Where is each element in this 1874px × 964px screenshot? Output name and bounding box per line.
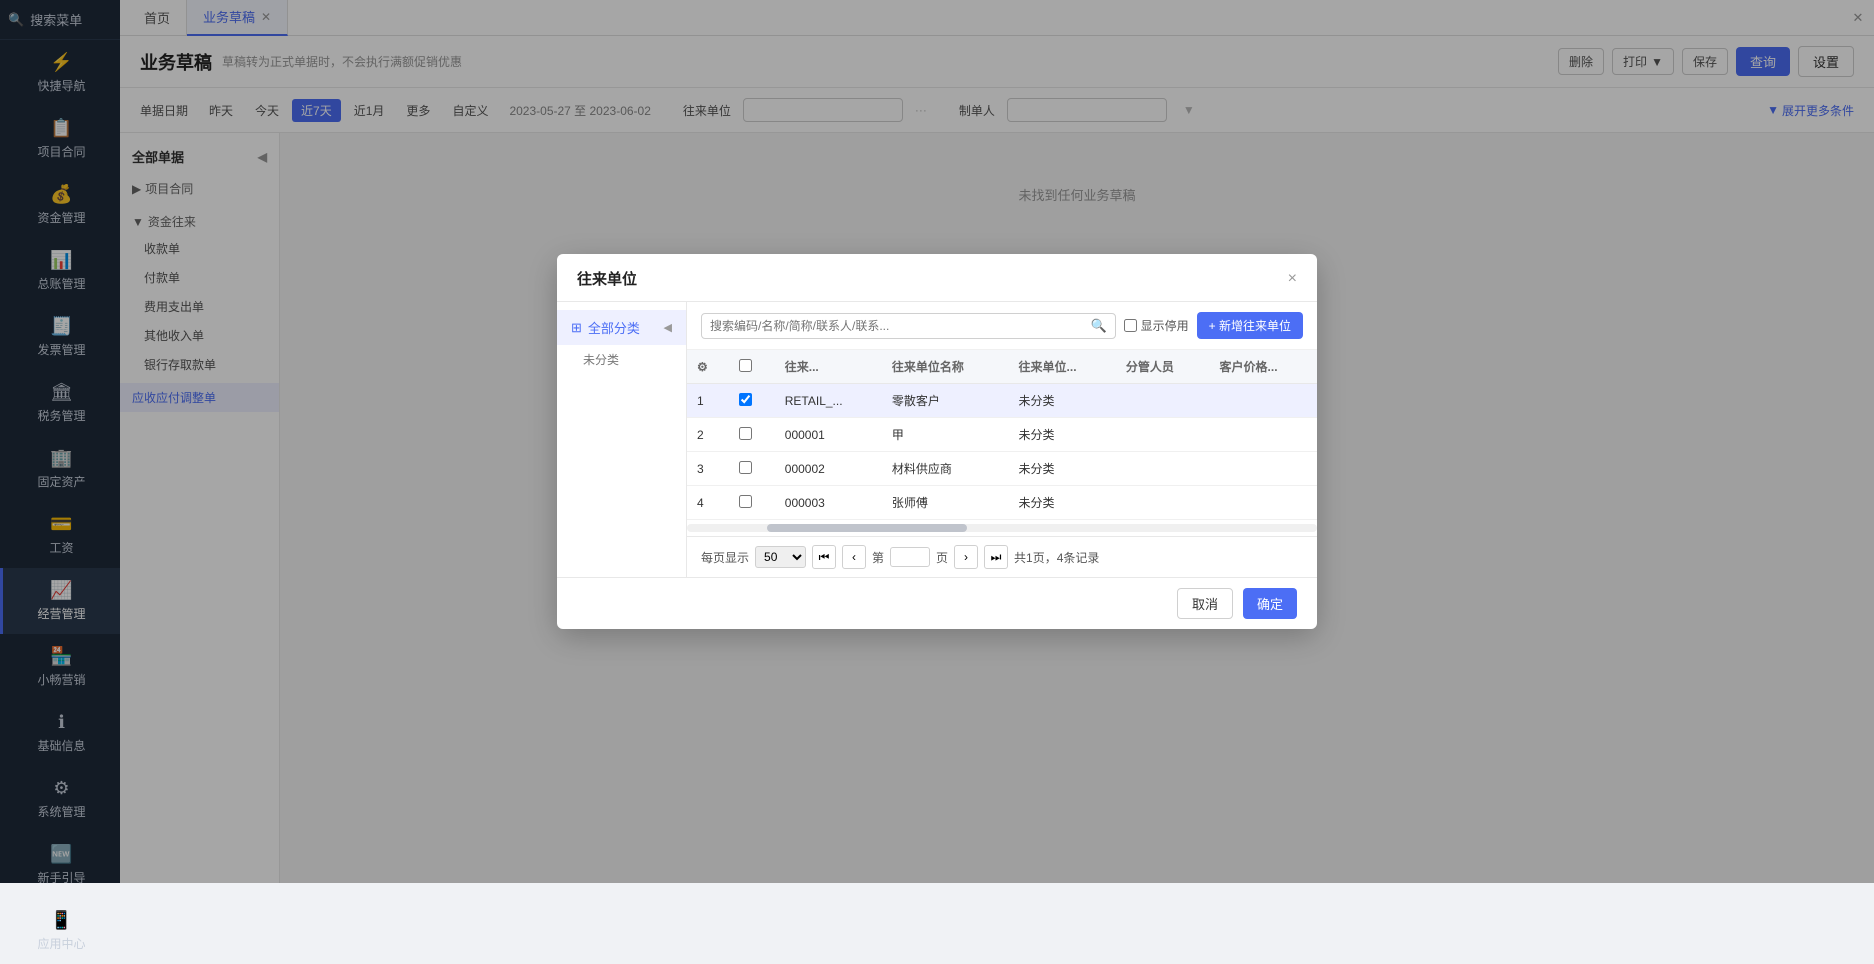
row-checkbox[interactable] (729, 384, 774, 418)
col-category: 往来单位... (1009, 350, 1116, 384)
row-category: 未分类 (1009, 418, 1116, 452)
table-row[interactable]: 3 000002 材料供应商 未分类 (687, 452, 1317, 486)
total-label: 共1页，4条记录 (1014, 549, 1099, 566)
counterparty-dialog: 往来单位 × ⊞ 全部分类 ◀ 未分类 🔍 (557, 254, 1317, 629)
row-checkbox[interactable] (729, 418, 774, 452)
col-manager: 分管人员 (1116, 350, 1210, 384)
page-prefix: 第 (872, 549, 884, 566)
dialog-unclassified[interactable]: 未分类 (557, 345, 686, 374)
row-num: 4 (687, 486, 729, 520)
cancel-btn[interactable]: 取消 (1177, 588, 1233, 619)
row-code: 000003 (775, 486, 882, 520)
scrollbar-thumb[interactable] (767, 524, 967, 532)
current-page-input[interactable]: 1 (890, 547, 930, 567)
grid-icon: ⊞ (571, 320, 582, 336)
dialog-search-input[interactable] (710, 319, 1084, 333)
row-num: 2 (687, 418, 729, 452)
dialog-close-btn[interactable]: × (1288, 270, 1297, 288)
prev-page-btn[interactable]: ‹ (842, 545, 866, 569)
col-settings[interactable]: ⚙ (687, 350, 729, 384)
confirm-btn[interactable]: 确定 (1243, 588, 1297, 619)
table-row[interactable]: 4 000003 张师傅 未分类 (687, 486, 1317, 520)
col-price: 客户价格... (1210, 350, 1317, 384)
row-code: 000001 (775, 418, 882, 452)
col-name: 往来单位名称 (882, 350, 1009, 384)
dialog-all-category[interactable]: ⊞ 全部分类 ◀ (557, 310, 686, 345)
row-category: 未分类 (1009, 486, 1116, 520)
dialog-title: 往来单位 (577, 268, 637, 289)
search-icon: 🔍 (1090, 318, 1106, 334)
row-price (1210, 418, 1317, 452)
sidebar-icon-app-center: 📱 (50, 910, 72, 931)
select-all-checkbox[interactable] (739, 359, 752, 372)
row-name: 材料供应商 (882, 452, 1009, 486)
dialog-sidebar: ⊞ 全部分类 ◀ 未分类 (557, 302, 687, 577)
page-suffix: 页 (936, 549, 948, 566)
dialog-main: 🔍 显示停用 + 新增往来单位 ⚙ (687, 302, 1317, 577)
show-disabled-label[interactable]: 显示停用 (1124, 317, 1189, 334)
add-counterparty-btn[interactable]: + 新增往来单位 (1197, 312, 1303, 339)
row-name: 张师傅 (882, 486, 1009, 520)
row-manager (1116, 418, 1210, 452)
row-price (1210, 452, 1317, 486)
row-checkbox[interactable] (729, 452, 774, 486)
horizontal-scrollbar[interactable] (687, 524, 1317, 532)
dialog-table-wrap: ⚙ 往来... 往来单位名称 往来单位... 分管人员 客户价格... 1 (687, 350, 1317, 536)
dialog-toolbar: 🔍 显示停用 + 新增往来单位 (687, 302, 1317, 350)
modal-overlay: 往来单位 × ⊞ 全部分类 ◀ 未分类 🔍 (0, 0, 1874, 883)
last-page-btn[interactable]: ⏭ (984, 545, 1008, 569)
row-price (1210, 384, 1317, 418)
dialog-search-box[interactable]: 🔍 (701, 313, 1116, 339)
row-num: 1 (687, 384, 729, 418)
row-name: 甲 (882, 418, 1009, 452)
dialog-sidebar-collapse[interactable]: ◀ (664, 321, 672, 334)
row-category: 未分类 (1009, 384, 1116, 418)
show-disabled-checkbox[interactable] (1124, 319, 1137, 332)
first-page-btn[interactable]: ⏮ (812, 545, 836, 569)
col-code: 往来... (775, 350, 882, 384)
sidebar-item-app-center[interactable]: 📱应用中心 (0, 898, 120, 964)
row-manager (1116, 486, 1210, 520)
row-category: 未分类 (1009, 452, 1116, 486)
row-checkbox[interactable] (729, 486, 774, 520)
dialog-table-header-row: ⚙ 往来... 往来单位名称 往来单位... 分管人员 客户价格... (687, 350, 1317, 384)
row-code: RETAIL_... (775, 384, 882, 418)
table-row[interactable]: 1 RETAIL_... 零散客户 未分类 (687, 384, 1317, 418)
row-name: 零散客户 (882, 384, 1009, 418)
row-price (1210, 486, 1317, 520)
row-code: 000002 (775, 452, 882, 486)
row-manager (1116, 384, 1210, 418)
dialog-header: 往来单位 × (557, 254, 1317, 302)
dialog-actions: 取消 确定 (557, 577, 1317, 629)
row-num: 3 (687, 452, 729, 486)
table-row[interactable]: 2 000001 甲 未分类 (687, 418, 1317, 452)
per-page-select[interactable]: 50 100 (755, 546, 806, 568)
dialog-footer-bar: 每页显示 50 100 ⏮ ‹ 第 1 页 › ⏭ 共1页，4条记录 (687, 536, 1317, 577)
per-page-label: 每页显示 (701, 549, 749, 566)
next-page-btn[interactable]: › (954, 545, 978, 569)
dialog-pagination: 每页显示 50 100 ⏮ ‹ 第 1 页 › ⏭ 共1页，4条记录 (701, 545, 1099, 569)
dialog-table: ⚙ 往来... 往来单位名称 往来单位... 分管人员 客户价格... 1 (687, 350, 1317, 520)
row-manager (1116, 452, 1210, 486)
dialog-body: ⊞ 全部分类 ◀ 未分类 🔍 显示停用 (557, 302, 1317, 577)
col-checkbox[interactable] (729, 350, 774, 384)
